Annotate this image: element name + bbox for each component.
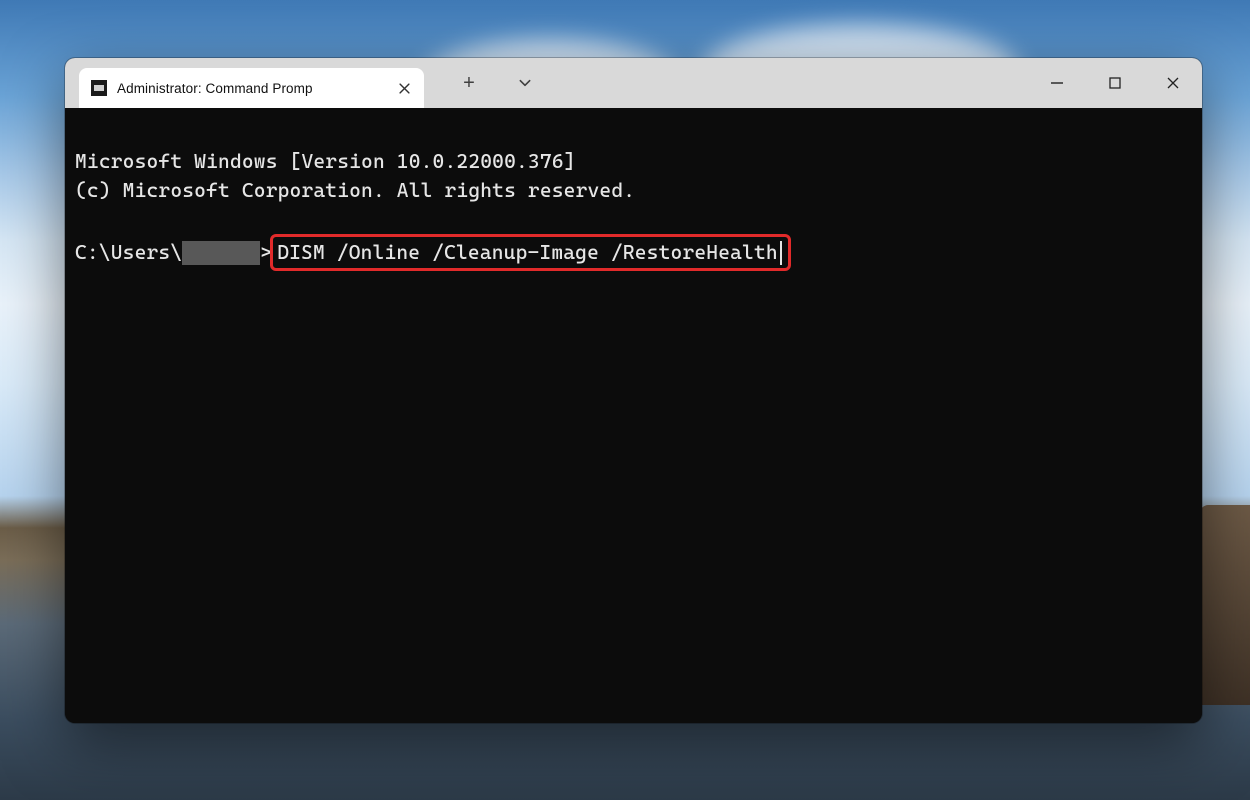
tab-close-button[interactable] [390, 74, 418, 102]
close-icon [399, 83, 410, 94]
close-icon [1167, 77, 1179, 89]
text-caret [780, 241, 782, 265]
titlebar[interactable]: Administrator: Command Promp [65, 58, 1202, 108]
minimize-button[interactable] [1028, 58, 1086, 108]
prompt-prefix: C:\Users\ [75, 238, 182, 267]
desktop-background: Administrator: Command Promp [0, 0, 1250, 800]
window-close-button[interactable] [1144, 58, 1202, 108]
new-tab-button[interactable] [452, 66, 486, 100]
cmd-icon [91, 80, 107, 96]
minimize-icon [1051, 82, 1063, 84]
maximize-button[interactable] [1086, 58, 1144, 108]
command-highlight: DISM /Online /Cleanup-Image /RestoreHeal… [270, 234, 791, 271]
banner-line: Microsoft Windows [Version 10.0.22000.37… [75, 149, 576, 173]
terminal-body[interactable]: Microsoft Windows [Version 10.0.22000.37… [65, 108, 1202, 723]
prompt-line: C:\Users\>DISM /Online /Cleanup-Image /R… [75, 234, 1192, 271]
banner-line: (c) Microsoft Corporation. All rights re… [75, 178, 635, 202]
tab-controls [424, 58, 542, 108]
tab-dropdown-button[interactable] [508, 66, 542, 100]
maximize-icon [1109, 77, 1121, 89]
tab-command-prompt[interactable]: Administrator: Command Promp [79, 68, 424, 108]
terminal-window: Administrator: Command Promp [65, 58, 1202, 723]
command-text: DISM /Online /Cleanup-Image /RestoreHeal… [277, 238, 778, 267]
chevron-down-icon [518, 76, 532, 90]
redacted-username [182, 241, 260, 265]
window-buttons [1028, 58, 1202, 108]
tab-title: Administrator: Command Promp [117, 81, 390, 96]
